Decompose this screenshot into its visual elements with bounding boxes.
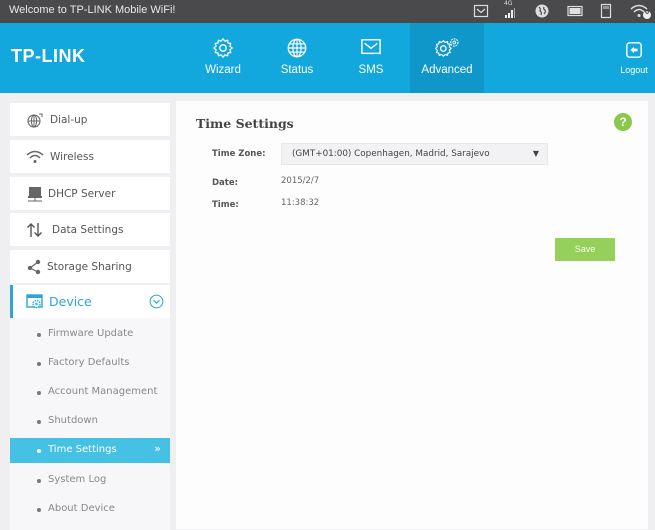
sidebar-label: Dial-up — [50, 114, 88, 126]
gears-icon — [434, 38, 459, 57]
help-icon[interactable]: ? — [614, 113, 632, 131]
bullet — [37, 420, 41, 424]
nav-label: Advanced — [421, 64, 473, 76]
sms-icon[interactable] — [473, 3, 489, 19]
globe-dial-icon — [27, 113, 43, 128]
bullet — [37, 362, 41, 366]
submenu-firmware-update[interactable]: Firmware Update — [10, 322, 170, 347]
submenu-time-settings[interactable]: Time Settings » — [10, 438, 170, 463]
submenu-label: Firmware Update — [48, 328, 134, 339]
battery-icon — [567, 5, 583, 17]
bullet — [37, 391, 41, 395]
nav-label: Status — [280, 64, 314, 76]
nav-status[interactable]: Status — [260, 23, 334, 93]
envelope-icon — [361, 39, 381, 55]
sidebar-label: Wireless — [50, 151, 94, 163]
nav-wizard[interactable]: Wizard — [186, 23, 260, 93]
dropdown-arrow-icon: ▼ — [532, 149, 539, 158]
sidebar-label: Storage Sharing — [47, 261, 132, 273]
time-label: Time: — [212, 200, 239, 210]
logout-button[interactable]: Logout — [614, 41, 654, 75]
submenu-about-device[interactable]: About Device — [10, 497, 170, 522]
globe-icon — [287, 38, 307, 58]
sidebar-item-dial-up[interactable]: Dial-up — [10, 103, 170, 136]
nav-sms[interactable]: SMS — [334, 23, 408, 93]
timezone-value: (GMT+01:00) Copenhagen, Madrid, Sarajevo — [292, 149, 490, 159]
signal-4g-icon: 4G — [503, 0, 519, 19]
wifi-client-count: 0 — [645, 9, 650, 16]
submenu-label: Account Management — [48, 386, 158, 397]
timezone-select[interactable]: (GMT+01:00) Copenhagen, Madrid, Sarajevo… — [281, 143, 548, 165]
submenu-label: Shutdown — [48, 415, 98, 426]
timezone-label: Time Zone: — [212, 149, 266, 159]
submenu-shutdown[interactable]: Shutdown — [10, 409, 170, 434]
nav-label: Wizard — [205, 64, 241, 76]
date-value: 2015/2/7 — [281, 176, 320, 186]
time-value: 11:38:32 — [281, 198, 320, 208]
device-settings-icon — [26, 294, 43, 309]
sidebar-item-dhcp-server[interactable]: DHCP Server — [10, 177, 170, 210]
sidebar-item-wireless[interactable]: Wireless — [10, 140, 170, 173]
logout-icon — [626, 42, 642, 58]
tp-link-logo: TP-LINK — [11, 46, 86, 66]
updown-arrows-icon — [27, 223, 42, 237]
wifi-icon — [26, 150, 44, 163]
wifi-clients-icon: 0 — [630, 3, 652, 19]
device-submenu: Firmware Update Factory Defaults Account… — [10, 318, 170, 530]
submenu-label: Time Settings — [48, 444, 117, 455]
sidebar-item-data-settings[interactable]: Data Settings — [10, 213, 170, 246]
bullet — [37, 508, 41, 512]
submenu-factory-defaults[interactable]: Factory Defaults — [10, 351, 170, 376]
nav-label: SMS — [358, 64, 384, 76]
bullet — [37, 479, 41, 483]
gear-icon — [213, 38, 233, 58]
share-icon — [27, 259, 41, 275]
top-header: TP-LINK Wizard Status SMS Advanced Logou… — [0, 23, 655, 93]
double-chevron-right-icon: » — [154, 442, 161, 455]
sidebar-label: Device — [49, 294, 92, 309]
submenu-label: About Device — [48, 503, 115, 514]
internet-globe-icon — [535, 4, 549, 18]
server-icon — [28, 187, 42, 202]
submenu-label: Factory Defaults — [48, 357, 130, 368]
page-title: Time Settings — [196, 116, 294, 131]
submenu-system-log[interactable]: System Log — [10, 468, 170, 493]
nav-advanced[interactable]: Advanced — [410, 23, 484, 93]
sidebar-item-storage-sharing[interactable]: Storage Sharing — [10, 250, 170, 283]
date-label: Date: — [212, 178, 239, 188]
sidebar-label: DHCP Server — [48, 188, 116, 200]
time-settings-panel: Time Settings ? Time Zone: (GMT+01:00) C… — [176, 101, 648, 529]
submenu-account-management[interactable]: Account Management — [10, 380, 170, 405]
submenu-label: System Log — [48, 474, 107, 485]
status-bar: Welcome to TP-LINK Mobile WiFi! 4G 0 — [0, 0, 655, 23]
save-button[interactable]: Save — [555, 238, 615, 261]
bullet — [37, 333, 41, 337]
sd-card-icon — [600, 3, 612, 19]
welcome-text: Welcome to TP-LINK Mobile WiFi! — [9, 4, 176, 16]
sidebar-item-device[interactable]: Device — [10, 285, 170, 318]
chevron-down-icon[interactable] — [149, 294, 164, 309]
bullet — [37, 449, 41, 453]
logout-label: Logout — [620, 65, 648, 75]
sidebar-label: Data Settings — [52, 224, 124, 236]
